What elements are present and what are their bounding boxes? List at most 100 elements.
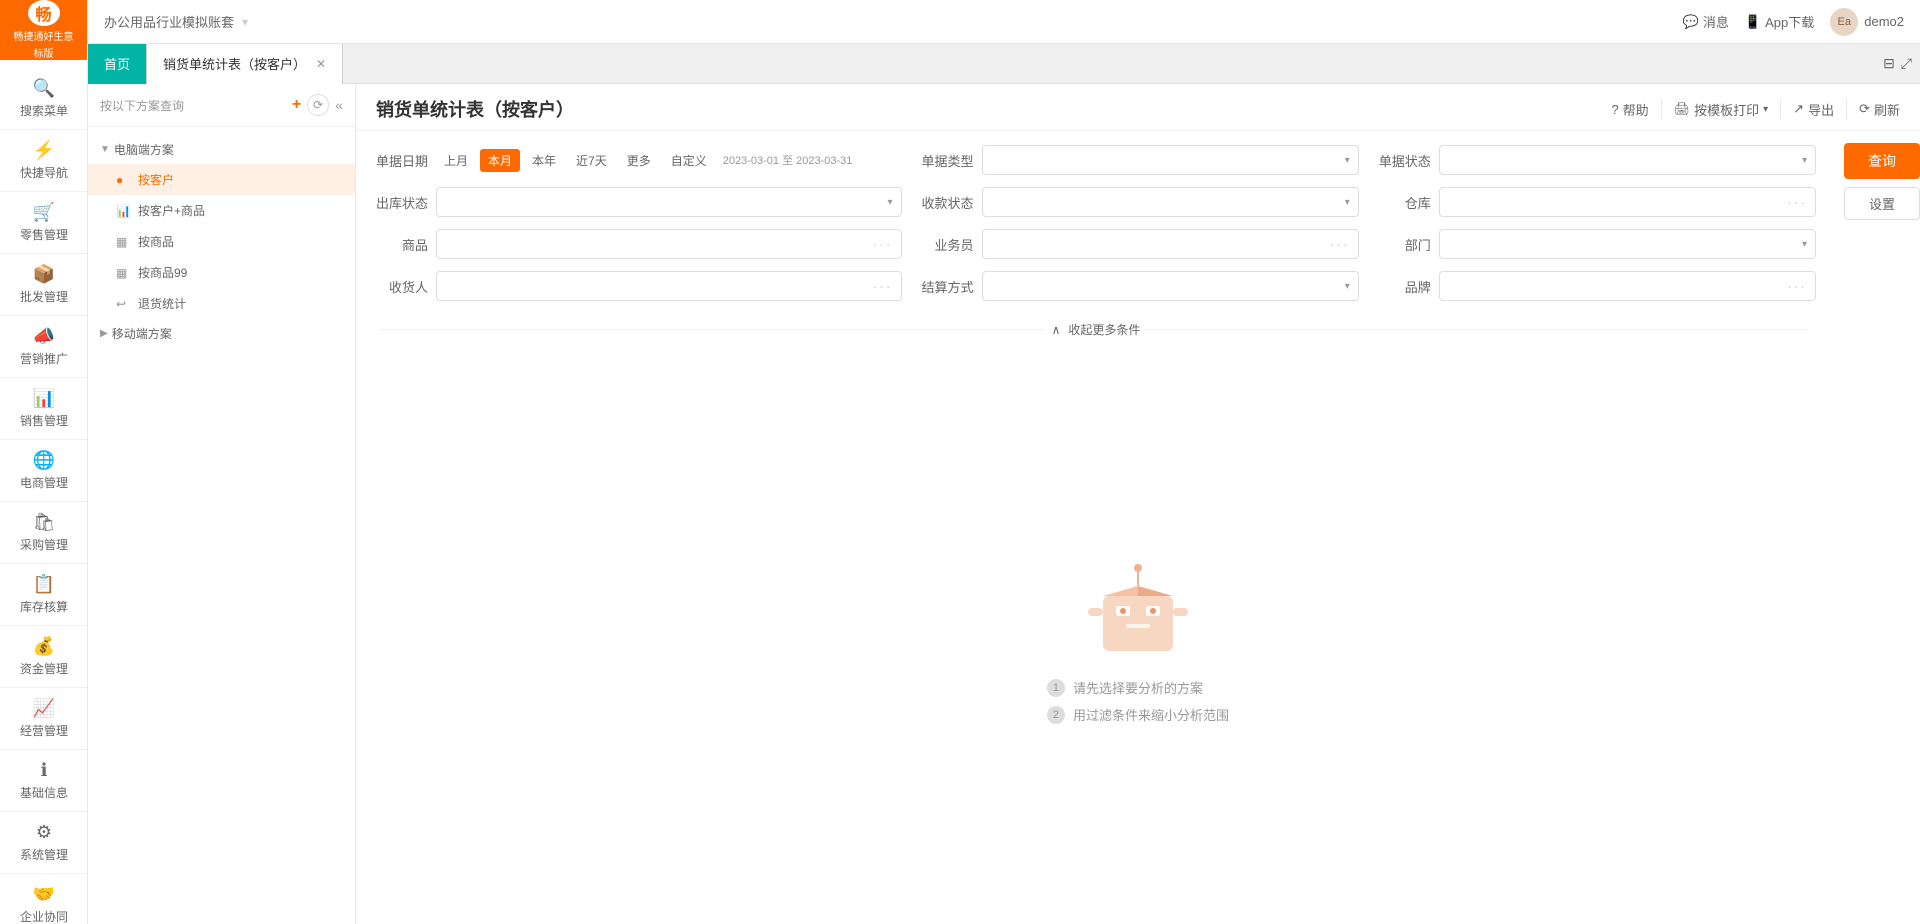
- out-status-arrow-icon: ▾: [887, 197, 892, 208]
- sidebar-item-search-menu[interactable]: 🔍 搜索菜单: [0, 68, 88, 130]
- sidebar-item-enterprise[interactable]: 🤝 企业协同: [0, 874, 88, 924]
- sidebar-item-quick-nav[interactable]: ⚡ 快捷导航: [0, 130, 88, 192]
- receipt-status-label: 收款状态: [918, 193, 974, 212]
- sidebar-item-retail-mgmt[interactable]: 🛒 零售管理: [0, 192, 88, 254]
- app-download-icon: 📱: [1745, 14, 1761, 30]
- salesperson-input[interactable]: ···: [982, 229, 1359, 259]
- out-status-input[interactable]: ▾: [436, 187, 902, 217]
- sidebar-item-sys-mgmt[interactable]: ⚙ 系统管理: [0, 812, 88, 874]
- last7-btn[interactable]: 近7天: [568, 149, 615, 172]
- sidebar-item-sales-mgmt[interactable]: 📊 销售管理: [0, 378, 88, 440]
- customer-scheme-icon: ●: [116, 173, 132, 187]
- sidebar-inventory-label: 库存核算: [20, 598, 68, 615]
- sidebar-item-marketing[interactable]: 📣 营销推广: [0, 316, 88, 378]
- custom-date-btn[interactable]: 自定义: [663, 149, 715, 172]
- page-title: 销货单统计表（按客户）: [376, 96, 574, 122]
- left-panel: 按以下方案查询 + ⟳ « ▼ 电脑端方案 ● 按客户: [88, 84, 356, 924]
- settlement-input[interactable]: ▾: [982, 271, 1359, 301]
- sidebar-basic-info-icon: ℹ: [41, 760, 48, 781]
- doc-status-input[interactable]: ▾: [1439, 145, 1816, 175]
- settings-btn[interactable]: 设置: [1844, 187, 1920, 220]
- sidebar-item-inventory[interactable]: 📋 库存核算: [0, 564, 88, 626]
- print-dropdown-icon: ▾: [1763, 104, 1768, 115]
- refresh-btn[interactable]: ⟳ 刷新: [1859, 100, 1900, 119]
- sidebar-finance-icon: 💰: [33, 636, 55, 657]
- recipient-input[interactable]: ···: [436, 271, 902, 301]
- tab-restore-btn[interactable]: ⊟: [1883, 55, 1895, 72]
- more-date-btn[interactable]: 更多: [619, 149, 659, 172]
- out-status-label: 出库状态: [372, 193, 428, 212]
- empty-illustration: [1078, 546, 1198, 666]
- template-print-btn[interactable]: 🖨 按模板打印 ▾: [1674, 100, 1769, 119]
- scheme-item-return-stat[interactable]: ↩ 退货统计: [88, 288, 355, 319]
- sidebar-item-purchase-mgmt[interactable]: 🛍 采购管理: [0, 502, 88, 564]
- sidebar-enterprise-label: 企业协同: [20, 908, 68, 924]
- add-scheme-btn[interactable]: +: [292, 96, 301, 114]
- collapse-more-bar[interactable]: ∧ 收起更多条件: [372, 313, 1816, 346]
- last-month-btn[interactable]: 上月: [436, 149, 476, 172]
- app-logo[interactable]: 畅 畅捷通好生意 标版: [0, 0, 88, 60]
- sidebar-marketing-label: 营销推广: [20, 350, 68, 367]
- filter-row-4: 收货人 ··· 结算方式 ▾ 品牌: [372, 271, 1816, 301]
- sales-stat-tab-label: 销货单统计表（按客户）: [163, 54, 306, 73]
- refresh-scheme-btn[interactable]: ⟳: [307, 94, 329, 116]
- left-panel-header: 按以下方案查询 + ⟳ «: [88, 84, 355, 127]
- scheme-item-by-product-99[interactable]: ▦ 按商品99: [88, 257, 355, 288]
- left-panel-title: 按以下方案查询: [100, 97, 184, 114]
- filter-settlement: 结算方式 ▾: [918, 271, 1359, 301]
- avatar: Ea: [1830, 8, 1858, 36]
- sidebar-retail-mgmt-icon: 🛒: [33, 202, 55, 223]
- group-label: 电脑端方案: [114, 141, 174, 158]
- sidebar: 畅 畅捷通好生意 标版 🔍 搜索菜单 ⚡ 快捷导航 🛒 零售管理 📦 批发管理 …: [0, 0, 88, 924]
- tab-maximize-btn[interactable]: ⤢: [1901, 55, 1912, 72]
- tip-text-1: 请先选择要分析的方案: [1073, 678, 1203, 697]
- sidebar-item-ecommerce[interactable]: 🌐 电商管理: [0, 440, 88, 502]
- receipt-status-input[interactable]: ▾: [982, 187, 1359, 217]
- sidebar-wholesale-mgmt-label: 批发管理: [20, 288, 68, 305]
- sidebar-item-basic-info[interactable]: ℹ 基础信息: [0, 750, 88, 812]
- user-name-label: demo2: [1864, 14, 1904, 29]
- tab-home[interactable]: 首页: [88, 44, 147, 84]
- department-input[interactable]: ▾: [1439, 229, 1816, 259]
- sidebar-sales-mgmt-label: 销售管理: [20, 412, 68, 429]
- filter-brand: 品牌 ···: [1375, 271, 1816, 301]
- sidebar-marketing-icon: 📣: [33, 326, 55, 347]
- logo-subtitle: 标版: [34, 45, 54, 60]
- group-label: 移动端方案: [112, 325, 172, 342]
- scheme-item-by-customer[interactable]: ● 按客户: [88, 164, 355, 195]
- scheme-group-mobile-title[interactable]: ▶ 移动端方案: [88, 319, 355, 348]
- product-input[interactable]: ···: [436, 229, 902, 259]
- date-filter-label: 单据日期: [372, 151, 428, 170]
- app-download-btn[interactable]: 📱 App下载: [1745, 12, 1814, 31]
- product-label: 商品: [372, 235, 428, 254]
- tab-sales-stat[interactable]: 销货单统计表（按客户） ✕: [147, 44, 343, 84]
- sidebar-item-business[interactable]: 📈 经营管理: [0, 688, 88, 750]
- collapse-label: 收起更多条件: [1068, 321, 1140, 338]
- user-profile-btn[interactable]: Ea demo2: [1830, 8, 1904, 36]
- current-year-btn[interactable]: 本年: [524, 149, 564, 172]
- salesperson-label: 业务员: [918, 235, 974, 254]
- scheme-item-by-customer-product[interactable]: 📊 按客户+商品: [88, 195, 355, 226]
- filter-query-area: 单据日期 上月 本月 本年 近7天 更多 自定义 2023-03-01 至 20…: [356, 131, 1920, 346]
- export-btn[interactable]: ↗ 导出: [1793, 100, 1834, 119]
- logo-icon: 畅: [28, 0, 60, 26]
- breadcrumb-title: 办公用品行业模拟账套: [104, 12, 234, 31]
- sidebar-item-finance[interactable]: 💰 资金管理: [0, 626, 88, 688]
- warehouse-input[interactable]: ···: [1439, 187, 1816, 217]
- query-btn[interactable]: 查询: [1844, 143, 1920, 179]
- action-divider: [1661, 99, 1662, 119]
- message-btn[interactable]: 💬 消息: [1683, 12, 1729, 31]
- sidebar-item-wholesale-mgmt[interactable]: 📦 批发管理: [0, 254, 88, 316]
- group-arrow-icon: ▼: [100, 144, 110, 155]
- current-month-btn[interactable]: 本月: [480, 149, 520, 172]
- doc-type-input[interactable]: ▾: [982, 145, 1359, 175]
- brand-input[interactable]: ···: [1439, 271, 1816, 301]
- help-btn[interactable]: ? 帮助: [1611, 100, 1648, 119]
- close-tab-btn[interactable]: ✕: [316, 57, 326, 71]
- scheme-item-label: 按商品: [138, 233, 174, 250]
- collapse-panel-btn[interactable]: «: [335, 97, 343, 113]
- scheme-group-desktop-title[interactable]: ▼ 电脑端方案: [88, 135, 355, 164]
- filter-department: 部门 ▾: [1375, 229, 1816, 259]
- help-icon: ?: [1611, 102, 1618, 117]
- scheme-item-by-product[interactable]: ▦ 按商品: [88, 226, 355, 257]
